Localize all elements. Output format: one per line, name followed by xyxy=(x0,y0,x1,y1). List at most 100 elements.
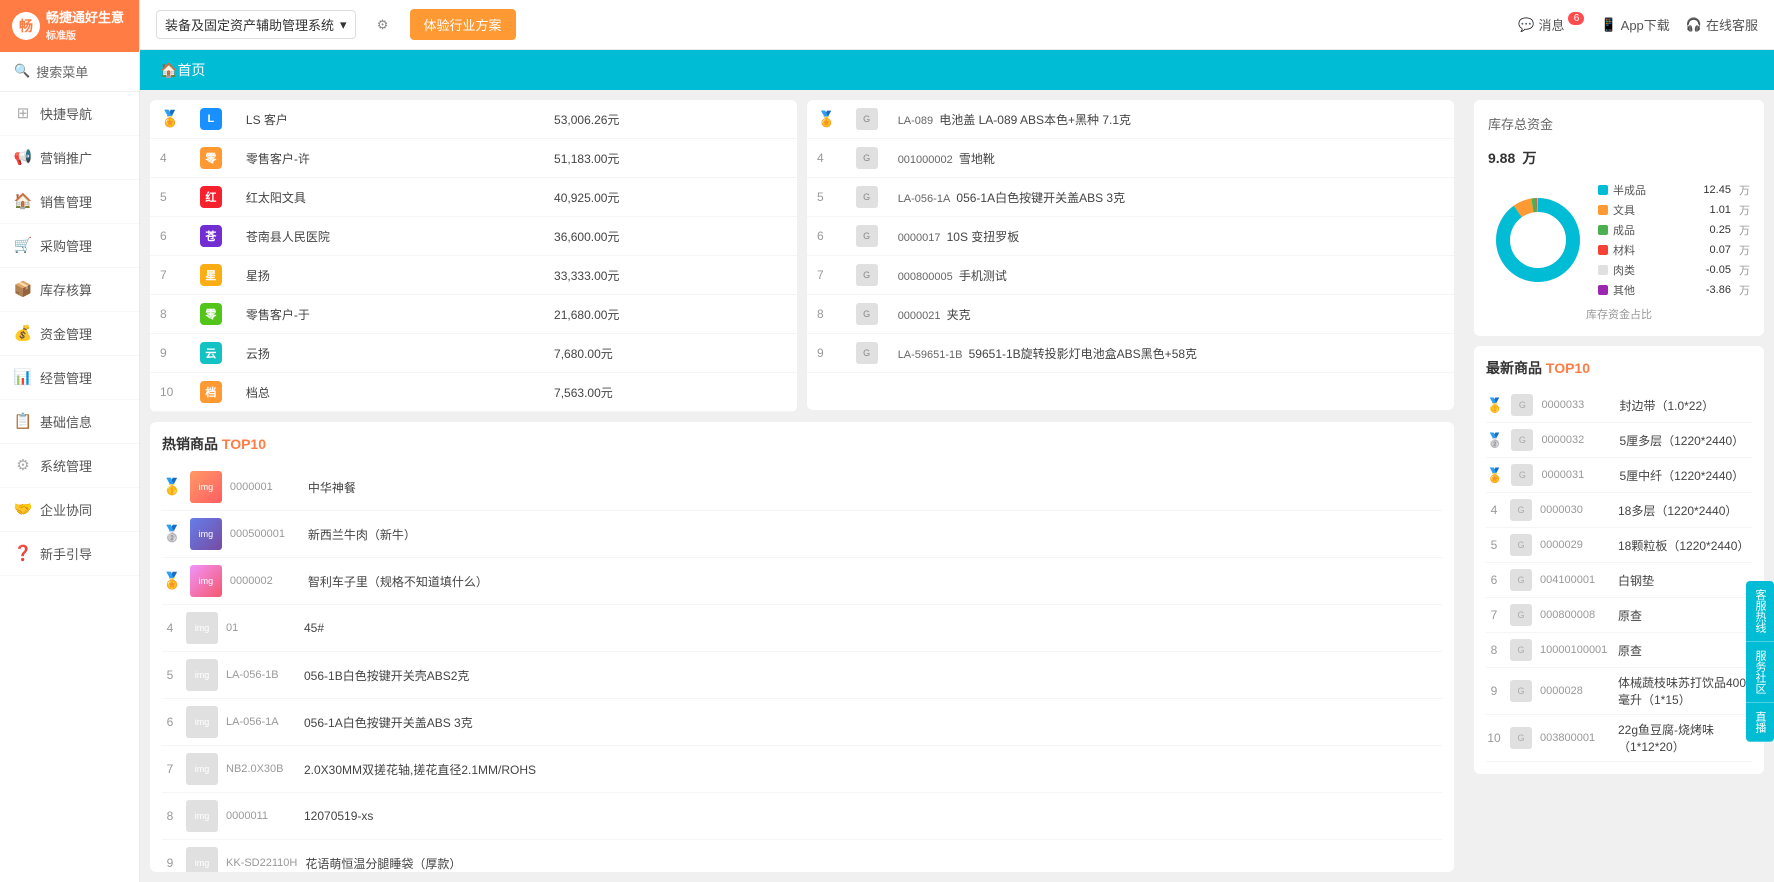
product-name: 雪地靴 xyxy=(959,152,995,166)
menu-icon-marketing: 📢 xyxy=(14,148,32,166)
inventory-note: 库存资金占比 xyxy=(1488,306,1750,322)
logo-icon: 畅 xyxy=(12,12,40,40)
system-selector[interactable]: 装备及固定资产辅助管理系统 ▾ xyxy=(156,10,356,39)
rank-icon: 🥇 xyxy=(162,477,182,497)
legend-dot xyxy=(1598,205,1608,215)
customer-name: 红太阳文具 xyxy=(246,191,306,205)
rank-num: 5 xyxy=(162,668,178,682)
legend-item: 材料 0.07 万 xyxy=(1598,240,1750,260)
legend-item: 半成品 12.45 万 xyxy=(1598,180,1750,200)
rank-num: 9 xyxy=(1486,684,1502,698)
topbar: 装备及固定资产辅助管理系统 ▾ ⚙ 体验行业方案 💬 消息 6 📱 App下载 … xyxy=(140,0,1774,50)
message-btn[interactable]: 💬 消息 6 xyxy=(1518,15,1584,34)
menu-icon-base-info: 📋 xyxy=(14,412,32,430)
rank-icon: 🥈 xyxy=(1486,432,1503,449)
rank-num: 8 xyxy=(817,307,824,321)
inventory-chart-row: 半成品 12.45 万 文具 1.01 万 成品 0.25 万 材料 0.07 … xyxy=(1488,180,1750,300)
customer-ranking-row: 5 红 红太阳文具 40,925.00元 xyxy=(150,178,797,217)
customer-amount: 33,333.00元 xyxy=(544,256,797,295)
new-product-item: 5 G 0000029 18颗粒板（1220*2440） xyxy=(1486,528,1752,563)
customer-ranking-row: 10 档 档总 7,563.00元 xyxy=(150,373,797,412)
message-badge: 6 xyxy=(1568,12,1584,25)
sidebar-item-guide[interactable]: ❓ 新手引导 xyxy=(0,532,139,576)
product-icon: G xyxy=(856,342,878,364)
rank-num: 9 xyxy=(162,856,178,870)
product-ranking-row: 6 G 0000017 10S 变扭罗板 xyxy=(807,217,1454,256)
product-code: 000500001 xyxy=(230,528,300,540)
product-name: 056-1A白色按键开关盖ABS 3克 xyxy=(304,714,473,731)
product-ranking-row: 9 G LA-59651-1B 59651-1B旋转投影灯电池盒ABS黑色+58… xyxy=(807,334,1454,373)
sidebar-item-system[interactable]: ⚙ 系统管理 xyxy=(0,444,139,488)
tab-home[interactable]: 🏠 首页 xyxy=(140,50,225,90)
new-products-card: 最新商品 TOP10 🥇 G 0000033 封边带（1.0*22） 🥈 G 0… xyxy=(1474,346,1764,774)
rank-num: 8 xyxy=(162,809,178,823)
product-name: 电池盖 LA-089 ABS本色+黑种 7.1克 xyxy=(939,113,1131,127)
menu-icon-system: ⚙ xyxy=(14,456,32,474)
chevron-down-icon: ▾ xyxy=(340,17,347,33)
customer-tag: 苍 xyxy=(200,225,222,247)
app-download-btn[interactable]: 📱 App下载 xyxy=(1600,15,1669,34)
top-row: 🏅 L LS 客户 53,006.26元 4 零 零售客户-许 51,183.0… xyxy=(150,100,1454,412)
rank-num: 4 xyxy=(1486,503,1502,517)
legend-value: 12.45 xyxy=(1703,184,1731,196)
product-name: 原查 xyxy=(1618,642,1752,659)
product-name: 中华神餐 xyxy=(308,479,356,496)
customer-name: 零售客户-许 xyxy=(246,152,310,166)
inventory-card: 库存总资金 9.88 万 xyxy=(1474,100,1764,336)
sidebar-item-finance[interactable]: 💰 资金管理 xyxy=(0,312,139,356)
legend-unit: 万 xyxy=(1736,202,1750,218)
legend-value: 1.01 xyxy=(1710,204,1731,216)
float-service-btn-2[interactable]: 直播 xyxy=(1746,703,1774,742)
customer-ranking-row: 8 零 零售客户-于 21,680.00元 xyxy=(150,295,797,334)
legend-unit: 万 xyxy=(1736,182,1750,198)
float-service-btn-0[interactable]: 客服热线 xyxy=(1746,581,1774,642)
legend-value: -0.05 xyxy=(1706,264,1731,276)
product-name: 056-1B白色按键开关壳ABS2克 xyxy=(304,667,469,684)
customer-tag: 零 xyxy=(200,147,222,169)
sidebar-item-quick-nav[interactable]: ⊞ 快捷导航 xyxy=(0,92,139,136)
gear-button[interactable]: ⚙ xyxy=(368,10,398,40)
service-btn[interactable]: 🎧 在线客服 xyxy=(1686,15,1758,34)
sidebar-item-inventory[interactable]: 📦 库存核算 xyxy=(0,268,139,312)
product-code: 0000033 xyxy=(1541,399,1611,411)
sidebar-item-enterprise[interactable]: 🤝 企业协同 xyxy=(0,488,139,532)
product-name: 新西兰牛肉（新牛） xyxy=(308,526,416,543)
product-icon: G xyxy=(1510,534,1532,556)
product-ranking-row: 4 G 001000002 雪地靴 xyxy=(807,139,1454,178)
customer-tag: L xyxy=(200,108,222,130)
sidebar-item-purchase[interactable]: 🛒 采购管理 xyxy=(0,224,139,268)
sidebar-item-base-info[interactable]: 📋 基础信息 xyxy=(0,400,139,444)
new-products-title: 最新商品 TOP10 xyxy=(1486,358,1752,378)
rank-num: 6 xyxy=(162,715,178,729)
sidebar-item-sales[interactable]: 🏠 销售管理 xyxy=(0,180,139,224)
rank-num: 7 xyxy=(160,268,167,282)
product-icon: G xyxy=(1511,464,1533,486)
menu-icon-quick-nav: ⊞ xyxy=(14,104,32,122)
topbar-right: 💬 消息 6 📱 App下载 🎧 在线客服 xyxy=(1518,15,1758,34)
inventory-amount: 9.88 万 xyxy=(1488,139,1750,170)
product-name: 18多层（1220*2440） xyxy=(1618,502,1752,519)
customer-tag: 红 xyxy=(200,186,222,208)
menu-label-operations: 经营管理 xyxy=(40,368,92,387)
product-code: 004100001 xyxy=(1540,574,1610,586)
product-code: LA-089 xyxy=(898,115,940,127)
menu-label-marketing: 营销推广 xyxy=(40,148,92,167)
product-icon: G xyxy=(1510,604,1532,626)
customer-tag: 零 xyxy=(200,303,222,325)
product-icon: G xyxy=(1510,680,1532,702)
customer-name: 档总 xyxy=(246,386,270,400)
product-name: 封边带（1.0*22） xyxy=(1619,397,1752,414)
float-service-btn-1[interactable]: 服务社区 xyxy=(1746,642,1774,703)
message-label: 消息 xyxy=(1538,15,1564,34)
product-ranking-row: 🏅 G LA-089 电池盖 LA-089 ABS本色+黑种 7.1克 xyxy=(807,100,1454,139)
product-code: 000800008 xyxy=(1540,609,1610,621)
search-menu[interactable]: 🔍 搜索菜单 xyxy=(0,52,139,92)
product-code: 0000028 xyxy=(1540,685,1610,697)
trial-btn[interactable]: 体验行业方案 xyxy=(410,9,516,40)
hot-product-item: 🏅 img 0000002 智利车子里（规格不知道填什么） xyxy=(162,558,1442,605)
customer-amount: 7,680.00元 xyxy=(544,334,797,373)
product-code: KK-SD22110H xyxy=(226,857,297,869)
sidebar-item-operations[interactable]: 📊 经营管理 xyxy=(0,356,139,400)
sidebar-item-marketing[interactable]: 📢 营销推广 xyxy=(0,136,139,180)
menu-label-base-info: 基础信息 xyxy=(40,412,92,431)
